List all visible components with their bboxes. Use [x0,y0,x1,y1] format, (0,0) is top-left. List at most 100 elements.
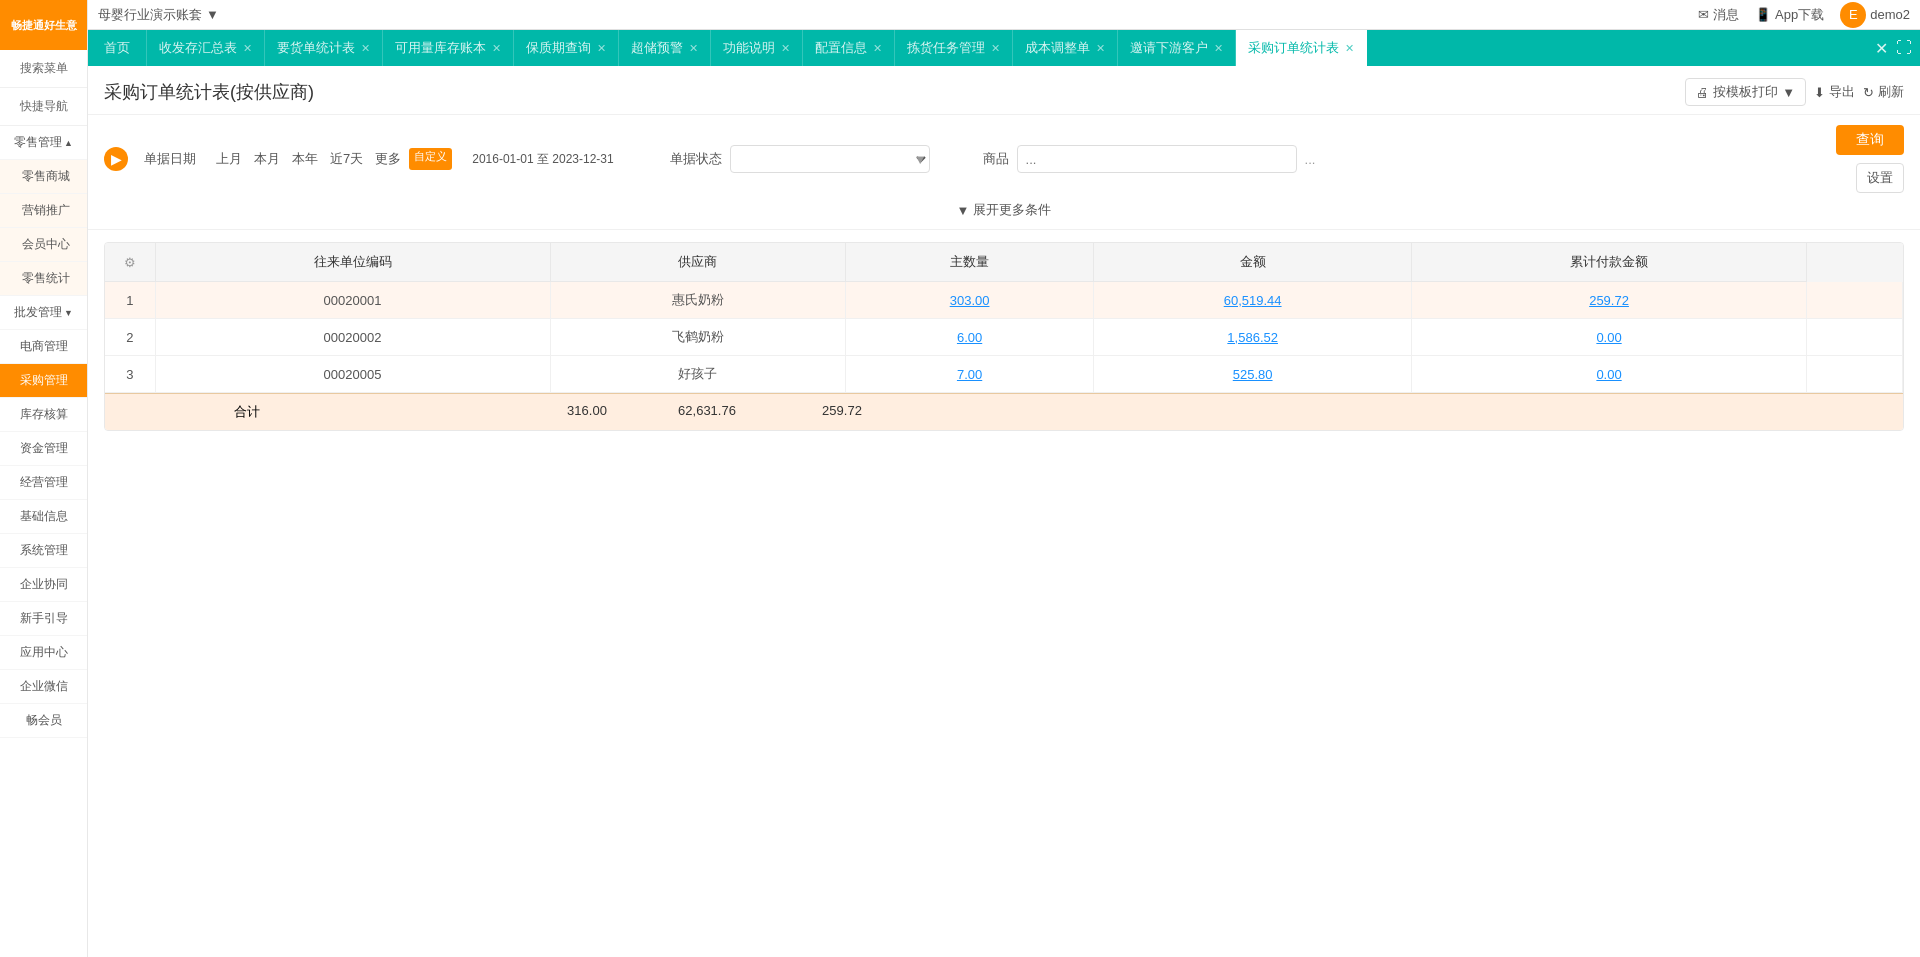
cell-main-qty-2[interactable]: 6.00 [845,319,1093,356]
sidebar-item-system[interactable]: 系统管理 [0,534,87,568]
query-button[interactable]: 查询 [1836,125,1904,155]
cell-unit-code-1: 00020001 [155,282,550,319]
filter-toggle-button[interactable]: ▶ [104,147,128,171]
sidebar-item-purchase-label: 采购管理 [20,372,68,389]
workspace-selector[interactable]: 母婴行业演示账套 ▼ [98,6,219,24]
table-row[interactable]: 3 00020005 好孩子 7.00 525.80 0.00 [105,356,1903,393]
tab-warranty-query[interactable]: 保质期查询 ✕ [514,30,619,66]
message-action[interactable]: ✉ 消息 [1698,6,1739,24]
sidebar-item-basic-label: 基础信息 [20,508,68,525]
sidebar-item-search[interactable]: 搜索菜单 [5,56,82,81]
sidebar-item-retail-shop-label: 零售商城 [22,168,70,185]
sidebar-item-newbie[interactable]: 新手引导 [0,602,87,636]
sidebar-item-wholesale[interactable]: 批发管理 ▼ [0,296,87,330]
footer-amount: 62,631.76 [647,403,767,421]
sidebar-quicknav-area[interactable]: 快捷导航 [0,88,87,126]
tab-pick-task[interactable]: 拣货任务管理 ✕ [895,30,1013,66]
settings-button[interactable]: 设置 [1856,163,1904,193]
goods-filter-group: 商品 ... [983,145,1316,173]
tab-invite-downstream[interactable]: 邀请下游客户 ✕ [1118,30,1236,66]
date-this-year-btn[interactable]: 本年 [288,148,322,170]
sidebar-item-retail[interactable]: 零售管理 ▲ [0,126,87,160]
tab-config-info[interactable]: 配置信息 ✕ [803,30,895,66]
phone-icon: 📱 [1755,7,1771,22]
template-print-button[interactable]: 🖨 按模板打印 ▼ [1685,78,1806,106]
refresh-button[interactable]: ↻ 刷新 [1863,83,1904,101]
date-filter-label: 单据日期 [144,150,196,168]
tab-close-icon[interactable]: ✕ [689,42,698,55]
export-button[interactable]: ⬇ 导出 [1814,83,1855,101]
tab-requisition-summary[interactable]: 要货单统计表 ✕ [265,30,383,66]
table-row[interactable]: 2 00020002 飞鹤奶粉 6.00 1,586.52 0.00 [105,319,1903,356]
cell-amount-1[interactable]: 60,519.44 [1094,282,1412,319]
app-logo: 畅捷通好生意 [0,0,87,50]
date-last-month-btn[interactable]: 上月 [212,148,246,170]
tab-close-icon[interactable]: ✕ [781,42,790,55]
tab-close-icon[interactable]: ✕ [597,42,606,55]
sidebar-search-area[interactable]: 搜索菜单 [0,50,87,88]
sidebar-item-retail-stats[interactable]: 零售统计 [0,262,87,296]
filter-expand-row: ▼ 展开更多条件 [104,201,1904,219]
tab-close-icon[interactable]: ✕ [1214,42,1223,55]
sidebar-item-inventory[interactable]: 库存核算 [0,398,87,432]
cell-cumulative-paid-1[interactable]: 259.72 [1412,282,1807,319]
date-more-btn[interactable]: 更多 [371,148,405,170]
sidebar-item-operation[interactable]: 经营管理 [0,466,87,500]
tab-function-desc[interactable]: 功能说明 ✕ [711,30,803,66]
sidebar-item-newbie-label: 新手引导 [20,610,68,627]
app-download-action[interactable]: 📱 App下载 [1755,6,1824,24]
tab-close-all-icon[interactable]: ✕ [1875,39,1888,58]
cell-cumulative-paid-2[interactable]: 0.00 [1412,319,1807,356]
sidebar-item-purchase[interactable]: 采购管理 [0,364,87,398]
status-filter-select[interactable] [730,145,930,173]
gear-settings-icon[interactable]: ⚙ [124,255,136,270]
expand-more-button[interactable]: ▼ 展开更多条件 [957,201,1052,219]
date-quick-buttons: 上月 本月 本年 近7天 更多 自定义 [212,148,452,170]
tab-close-icon[interactable]: ✕ [243,42,252,55]
tab-close-active-icon[interactable]: ✕ [1345,42,1354,55]
tab-purchase-summary[interactable]: 采购订单统计表 ✕ [1236,30,1367,66]
cell-amount-3[interactable]: 525.80 [1094,356,1412,393]
tab-fullscreen-icon[interactable]: ⛶ [1896,39,1912,57]
sidebar-item-finance[interactable]: 资金管理 [0,432,87,466]
table-row[interactable]: 1 00020001 惠氏奶粉 303.00 60,519.44 259.72 [105,282,1903,319]
tab-close-icon[interactable]: ✕ [361,42,370,55]
sidebar-item-member2[interactable]: 畅会员 [0,704,87,738]
footer-supplier-empty [327,403,527,421]
th-supplier: 供应商 [550,243,845,282]
more-options-icon: ... [1305,152,1316,167]
tab-close-icon[interactable]: ✕ [991,42,1000,55]
tab-overstock-warning[interactable]: 超储预警 ✕ [619,30,711,66]
user-action[interactable]: E demo2 [1840,2,1910,28]
sidebar-item-marketing[interactable]: 营销推广 [0,194,87,228]
tab-receive-summary[interactable]: 收发存汇总表 ✕ [147,30,265,66]
sidebar-item-enterprise[interactable]: 企业协同 [0,568,87,602]
cell-main-qty-3[interactable]: 7.00 [845,356,1093,393]
sidebar-item-finance-label: 资金管理 [20,440,68,457]
sidebar-item-wholesale-label: 批发管理 [14,304,62,321]
tab-home-label: 首页 [104,39,130,57]
goods-filter-input[interactable] [1017,145,1297,173]
tab-available-inventory[interactable]: 可用量库存账本 ✕ [383,30,514,66]
sidebar-item-member[interactable]: 会员中心 [0,228,87,262]
cell-supplier-2: 飞鹤奶粉 [550,319,845,356]
tab-cost-adjust[interactable]: 成本调整单 ✕ [1013,30,1118,66]
cell-amount-2[interactable]: 1,586.52 [1094,319,1412,356]
tab-close-icon[interactable]: ✕ [873,42,882,55]
date-7days-btn[interactable]: 近7天 [326,148,367,170]
sidebar-item-retail-shop[interactable]: 零售商城 [0,160,87,194]
cell-main-qty-1[interactable]: 303.00 [845,282,1093,319]
tab-close-icon[interactable]: ✕ [1096,42,1105,55]
sidebar-item-app-center[interactable]: 应用中心 [0,636,87,670]
cell-cumulative-paid-3[interactable]: 0.00 [1412,356,1807,393]
sidebar-item-system-label: 系统管理 [20,542,68,559]
sidebar-item-basic[interactable]: 基础信息 [0,500,87,534]
tab-close-icon[interactable]: ✕ [492,42,501,55]
sidebar-item-ecommerce[interactable]: 电商管理 [0,330,87,364]
date-this-month-btn[interactable]: 本月 [250,148,284,170]
sidebar-item-enterprise-wechat[interactable]: 企业微信 [0,670,87,704]
tab-home[interactable]: 首页 [88,30,147,66]
app-download-label: App下载 [1775,6,1824,24]
tab-invite-downstream-label: 邀请下游客户 [1130,39,1208,57]
sidebar-item-quicknav[interactable]: 快捷导航 [5,94,82,119]
